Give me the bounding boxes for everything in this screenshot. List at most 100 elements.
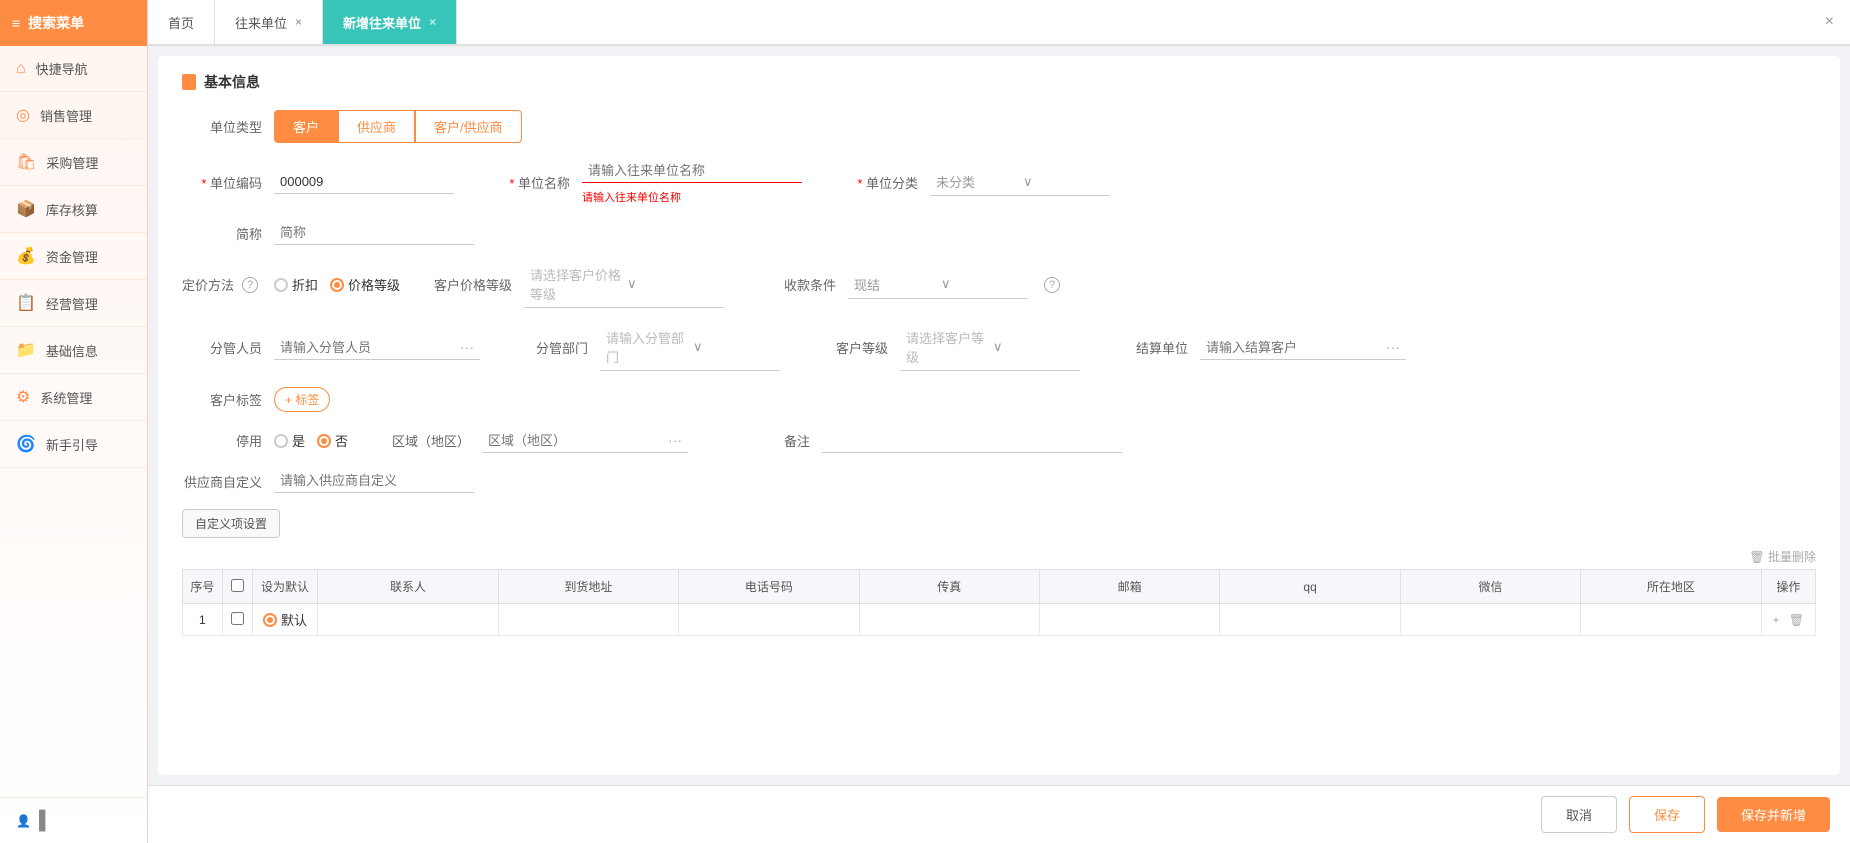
- settlement-dots[interactable]: ···: [1386, 339, 1400, 355]
- batch-delete-button[interactable]: 🗑 批量删除: [1749, 548, 1816, 565]
- pricing-discount[interactable]: 折扣: [274, 275, 318, 294]
- close-all-tabs[interactable]: ×: [1809, 13, 1850, 31]
- region-input[interactable]: [488, 433, 664, 448]
- unit-name-input[interactable]: [582, 159, 802, 183]
- row-address[interactable]: [498, 604, 678, 636]
- row-check[interactable]: [222, 604, 252, 636]
- pricing-label: 定价方法 ?: [182, 275, 262, 294]
- pricing-help-icon[interactable]: ?: [242, 277, 258, 293]
- short-name-input[interactable]: [274, 221, 474, 245]
- customer-level-select[interactable]: 请选择客户等级 ∨: [900, 324, 1080, 371]
- unit-type-both[interactable]: 客户/供应商: [415, 110, 522, 143]
- sidebar-item-newbie[interactable]: 🌀 新手引导: [0, 421, 147, 468]
- settlement-unit-input[interactable]: [1206, 340, 1382, 355]
- row-phone-input[interactable]: [685, 613, 852, 627]
- customer-price-level-select[interactable]: 请选择客户价格等级 ∨: [524, 261, 724, 308]
- row-fax-input[interactable]: [866, 613, 1033, 627]
- unit-category-select[interactable]: 未分类 ∨: [930, 168, 1110, 196]
- manager-input-wrapper: ···: [274, 335, 480, 360]
- row-phone[interactable]: [679, 604, 859, 636]
- batch-delete-icon: 🗑: [1749, 550, 1764, 564]
- sidebar-item-label: 经营管理: [46, 294, 98, 313]
- unit-type-group: 客户 供应商 客户/供应商: [274, 110, 522, 143]
- cancel-button[interactable]: 取消: [1541, 796, 1617, 833]
- unit-code-label: 单位编码: [182, 173, 262, 192]
- customer-level-arrow: ∨: [993, 339, 1074, 355]
- row-contact-input[interactable]: [324, 613, 491, 627]
- select-all-checkbox[interactable]: [231, 579, 244, 592]
- department-select[interactable]: 请输入分管部门 ∨: [600, 324, 780, 371]
- manager-dots[interactable]: ···: [460, 339, 474, 355]
- content-area: 基本信息 单位类型 客户 供应商 客户/供应商 单位编码 单位名称 请输入往来单…: [158, 56, 1840, 775]
- row-email[interactable]: [1039, 604, 1219, 636]
- sidebar-item-sales[interactable]: ◎ 销售管理: [0, 92, 147, 139]
- row-add-button[interactable]: +: [1773, 613, 1780, 627]
- short-name-row: 简称: [182, 221, 1816, 245]
- tab-partner-list[interactable]: 往来单位 ×: [215, 0, 323, 44]
- unit-type-customer[interactable]: 客户: [274, 110, 338, 143]
- pricing-radio-group: 折扣 价格等级: [274, 275, 400, 294]
- tab-add-partner[interactable]: 新增往来单位 ×: [323, 0, 457, 44]
- sidebar-item-finance[interactable]: 💰 资金管理: [0, 233, 147, 280]
- search-icon: ≡: [12, 15, 20, 31]
- tab-add-partner-label: 新增往来单位: [343, 13, 421, 32]
- unit-name-label: 单位名称: [490, 173, 570, 192]
- add-tag-button[interactable]: + 标签: [274, 387, 330, 412]
- customer-tag-label: 客户标签: [182, 390, 262, 409]
- pricing-price-level[interactable]: 价格等级: [330, 275, 400, 294]
- row-delete-button[interactable]: 🗑: [1789, 613, 1804, 627]
- section-header: 基本信息: [182, 72, 1816, 92]
- manager-row: 分管人员 ··· 分管部门 请输入分管部门 ∨ 客户等级 请选择客户等级 ∨ 结…: [182, 324, 1816, 371]
- sidebar-item-system[interactable]: ⚙ 系统管理: [0, 374, 147, 421]
- row-actions: + 🗑: [1761, 604, 1815, 636]
- settlement-unit-wrapper: ···: [1200, 335, 1406, 360]
- save-button[interactable]: 保存: [1629, 796, 1705, 833]
- row-wechat-input[interactable]: [1407, 613, 1574, 627]
- sidebar-item-quick-nav[interactable]: ⌂ 快捷导航: [0, 46, 147, 92]
- manager-input[interactable]: [280, 340, 456, 355]
- unit-code-input[interactable]: [274, 170, 454, 194]
- row-region-input[interactable]: [1587, 613, 1754, 627]
- sidebar-item-operations[interactable]: 📋 经营管理: [0, 280, 147, 327]
- sidebar-item-purchase[interactable]: 🛍 采购管理: [0, 139, 147, 186]
- payment-terms-label: 收款条件: [756, 275, 836, 294]
- tab-add-partner-close[interactable]: ×: [429, 15, 436, 29]
- payment-help-icon[interactable]: ?: [1044, 277, 1060, 293]
- row-address-input[interactable]: [505, 613, 672, 627]
- row-checkbox[interactable]: [231, 612, 244, 625]
- row-email-input[interactable]: [1046, 613, 1213, 627]
- remark-input[interactable]: [822, 429, 1122, 453]
- sidebar-item-inventory[interactable]: 📦 库存核算: [0, 186, 147, 233]
- sidebar-search[interactable]: ≡ 搜索菜单: [0, 0, 147, 46]
- basic-icon: 📁: [16, 340, 36, 360]
- row-region[interactable]: [1581, 604, 1761, 636]
- disabled-label: 停用: [182, 431, 262, 450]
- sidebar-item-label: 新手引导: [46, 435, 98, 454]
- unit-type-supplier[interactable]: 供应商: [338, 110, 415, 143]
- sales-icon: ◎: [16, 105, 30, 125]
- tab-home[interactable]: 首页: [148, 0, 215, 44]
- row-contact[interactable]: [318, 604, 498, 636]
- row-default-radio[interactable]: 默认: [259, 610, 312, 629]
- sidebar-item-label: 采购管理: [46, 153, 98, 172]
- custom-settings-button[interactable]: 自定义项设置: [182, 509, 280, 538]
- payment-terms-select[interactable]: 现结 ∨: [848, 271, 1028, 299]
- region-dots[interactable]: ···: [668, 432, 682, 448]
- disabled-yes[interactable]: 是: [274, 431, 305, 450]
- sidebar-item-basic[interactable]: 📁 基础信息: [0, 327, 147, 374]
- row-qq-input[interactable]: [1226, 613, 1393, 627]
- disabled-no[interactable]: 否: [317, 431, 348, 450]
- save-new-button[interactable]: 保存并新增: [1717, 797, 1830, 832]
- col-qq: qq: [1220, 570, 1400, 604]
- sidebar-bottom-bar: ▌: [39, 810, 52, 831]
- sidebar-item-label: 库存核算: [46, 200, 98, 219]
- row-wechat[interactable]: [1400, 604, 1580, 636]
- supplier-custom-input[interactable]: [274, 469, 474, 493]
- tab-partner-list-close[interactable]: ×: [295, 15, 302, 29]
- disabled-yes-label: 是: [292, 431, 305, 450]
- table-row: 1 默认: [183, 604, 1816, 636]
- disabled-no-label: 否: [335, 431, 348, 450]
- row-default[interactable]: 默认: [252, 604, 318, 636]
- row-qq[interactable]: [1220, 604, 1400, 636]
- row-fax[interactable]: [859, 604, 1039, 636]
